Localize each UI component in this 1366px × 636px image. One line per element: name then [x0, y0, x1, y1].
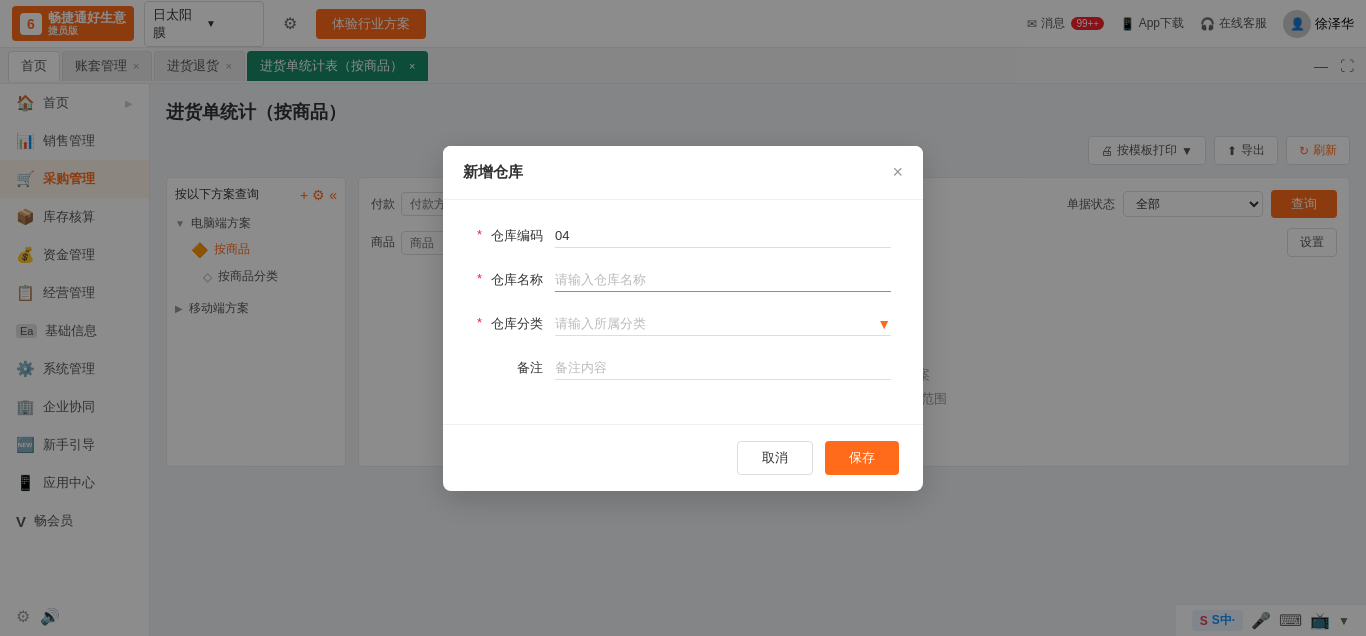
save-button[interactable]: 保存: [825, 441, 899, 475]
cancel-button[interactable]: 取消: [737, 441, 813, 475]
modal-header: 新增仓库 ×: [443, 146, 923, 200]
new-warehouse-modal: 新增仓库 × 仓库编码 仓库名称 仓库分类 ▼: [443, 146, 923, 491]
category-input[interactable]: [555, 312, 891, 336]
code-input[interactable]: [555, 224, 891, 248]
field-name: 仓库名称: [475, 268, 891, 292]
modal-body: 仓库编码 仓库名称 仓库分类 ▼ 备注: [443, 200, 923, 424]
field-code: 仓库编码: [475, 224, 891, 248]
modal-title: 新增仓库: [463, 163, 892, 182]
remark-input[interactable]: [555, 356, 891, 380]
field-category: 仓库分类 ▼: [475, 312, 891, 336]
field-remark: 备注: [475, 356, 891, 380]
modal-close-icon[interactable]: ×: [892, 162, 903, 183]
modal-footer: 取消 保存: [443, 424, 923, 491]
remark-label: 备注: [475, 359, 555, 377]
modal-overlay: 新增仓库 × 仓库编码 仓库名称 仓库分类 ▼: [0, 0, 1366, 636]
name-label: 仓库名称: [475, 271, 555, 289]
code-label: 仓库编码: [475, 227, 555, 245]
category-select-wrap: ▼: [555, 312, 891, 336]
category-label: 仓库分类: [475, 315, 555, 333]
name-input[interactable]: [555, 268, 891, 292]
